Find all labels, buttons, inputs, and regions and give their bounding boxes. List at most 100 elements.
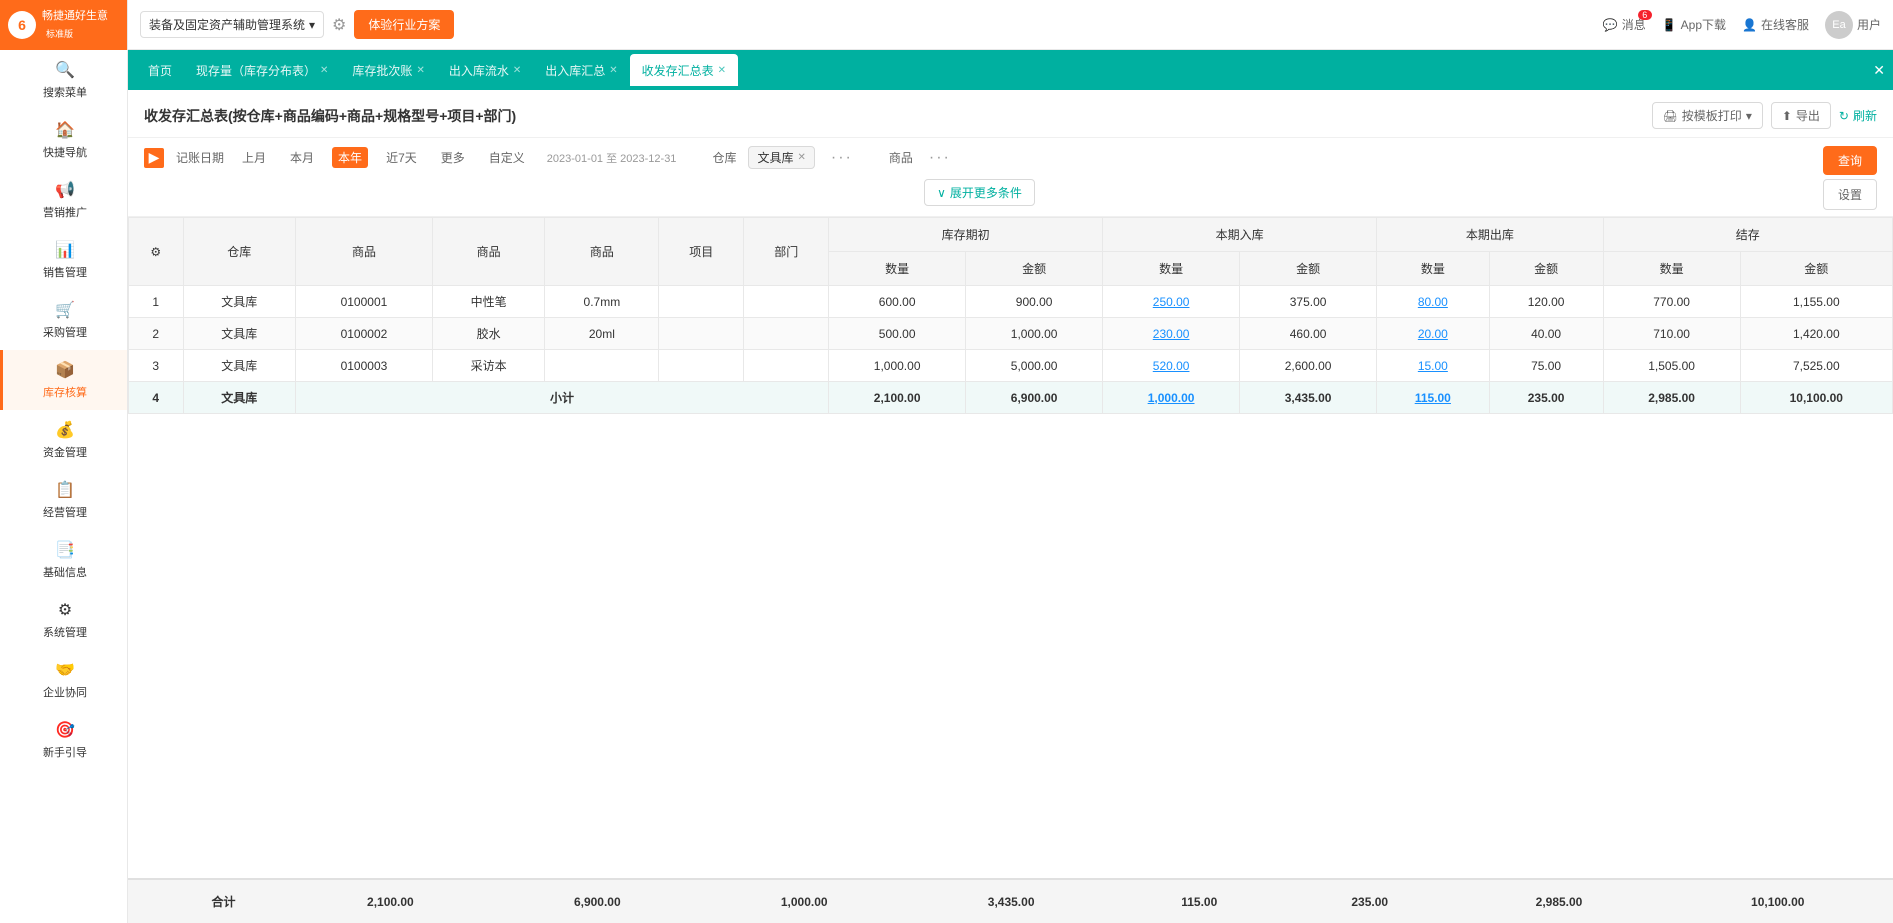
- tab-summary[interactable]: 出入库汇总✕: [533, 54, 629, 86]
- messages-button[interactable]: 💬 消息 6: [1603, 16, 1646, 33]
- tab-label-recv-send: 收发存汇总表: [642, 62, 714, 79]
- settings-col-header[interactable]: ⚙: [129, 218, 184, 286]
- trial-button[interactable]: 体验行业方案: [354, 10, 454, 39]
- sidebar-item-label: 销售管理: [43, 264, 87, 280]
- sidebar-item-ops[interactable]: 📋经营管理: [0, 470, 127, 530]
- sidebar-item-finance[interactable]: 💰资金管理: [0, 410, 127, 470]
- sidebar-item-label: 搜索菜单: [43, 84, 87, 100]
- export-icon: ⬆: [1782, 109, 1792, 123]
- tab-close-recv-send[interactable]: ✕: [718, 65, 726, 76]
- row-bal-amt: 1,420.00: [1740, 318, 1892, 350]
- sidebar-item-marketing[interactable]: 📢营销推广: [0, 170, 127, 230]
- system-title: 装备及固定资产辅助管理系统: [149, 16, 305, 33]
- sidebar-item-label: 经营管理: [43, 504, 87, 520]
- row-init-qty: 500.00: [829, 318, 966, 350]
- sidebar-item-inventory[interactable]: 📦库存核算: [0, 350, 127, 410]
- row-project: [659, 318, 744, 350]
- sub-header-in-amt: 金额: [1240, 252, 1377, 286]
- tab-batch[interactable]: 库存批次账✕: [340, 54, 436, 86]
- corp-icon: 🤝: [55, 660, 75, 680]
- date-btn-last-month[interactable]: 上月: [236, 147, 272, 168]
- subtotal-in-qty[interactable]: 1,000.00: [1103, 382, 1240, 414]
- export-button[interactable]: ⬆ 导出: [1771, 102, 1831, 129]
- row-name: 胶水: [432, 318, 544, 350]
- row-out-qty[interactable]: 80.00: [1377, 286, 1490, 318]
- row-in-qty[interactable]: 520.00: [1103, 350, 1240, 382]
- page-title: 收发存汇总表(按仓库+商品编码+商品+规格型号+项目+部门): [144, 106, 516, 126]
- sidebar-item-label: 新手引导: [43, 744, 87, 760]
- page-actions: 🖨 按模板打印 ▾ ⬆ 导出 ↻ 刷新: [1652, 102, 1877, 129]
- tab-close-batch[interactable]: ✕: [416, 65, 424, 76]
- sidebar-item-basic[interactable]: 📑基础信息: [0, 530, 127, 590]
- tab-close-summary[interactable]: ✕: [609, 65, 617, 76]
- row-in-qty[interactable]: 230.00: [1103, 318, 1240, 350]
- print-button[interactable]: 🖨 按模板打印 ▾: [1652, 102, 1763, 129]
- row-out-qty[interactable]: 15.00: [1377, 350, 1490, 382]
- tab-recv-send[interactable]: 收发存汇总表 ✕: [630, 54, 738, 86]
- row-init-qty: 600.00: [829, 286, 966, 318]
- tab-close-inventory-dist[interactable]: ✕: [320, 65, 328, 76]
- subtotal-label: 小计: [295, 382, 828, 414]
- logo-text-area: 畅捷通好生意 标准版: [42, 9, 108, 41]
- total-bal-amt: 10,100.00: [1662, 886, 1893, 917]
- system-selector[interactable]: 装备及固定资产辅助管理系统 ▾: [140, 11, 324, 38]
- tab-flow[interactable]: 出入库流水✕: [437, 54, 533, 86]
- sidebar-menu: 🔍搜索菜单🏠快捷导航📢营销推广📊销售管理🛒采购管理📦库存核算💰资金管理📋经营管理…: [0, 50, 127, 923]
- date-btn-this-year[interactable]: 本年: [332, 147, 368, 168]
- row-out-amt: 120.00: [1489, 286, 1603, 318]
- app-download-button[interactable]: 📱 App下载: [1662, 16, 1726, 33]
- warehouse-tag-close[interactable]: ✕: [797, 152, 805, 163]
- newbie-icon: 🎯: [55, 720, 75, 740]
- date-btn-more[interactable]: 更多: [435, 147, 471, 168]
- row-bal-qty: 1,505.00: [1603, 350, 1740, 382]
- filter-row1: ▶ 记账日期 上月 本月 本年 近7天 更多 自定义 2023-01-01 至 …: [144, 146, 1815, 169]
- col-header-balance: 结存: [1603, 218, 1892, 252]
- row-code: 0100003: [295, 350, 432, 382]
- row-out-qty[interactable]: 20.00: [1377, 318, 1490, 350]
- sidebar-item-quick-nav[interactable]: 🏠快捷导航: [0, 110, 127, 170]
- filter-area: ▶ 记账日期 上月 本月 本年 近7天 更多 自定义 2023-01-01 至 …: [128, 138, 1893, 217]
- total-bal-qty: 2,985.00: [1456, 886, 1663, 917]
- sidebar-item-purchase[interactable]: 🛒采购管理: [0, 290, 127, 350]
- online-service-button[interactable]: 👤 在线客服: [1742, 16, 1809, 33]
- row-dept: [744, 350, 829, 382]
- date-btn-this-month[interactable]: 本月: [284, 147, 320, 168]
- row-no: 1: [129, 286, 184, 318]
- row-in-qty[interactable]: 250.00: [1103, 286, 1240, 318]
- subtotal-init-amt: 6,900.00: [966, 382, 1103, 414]
- row-dept: [744, 286, 829, 318]
- subtotal-out-qty[interactable]: 115.00: [1377, 382, 1490, 414]
- date-btn-7days[interactable]: 近7天: [380, 147, 423, 168]
- logo-icon: 6: [8, 11, 36, 39]
- sidebar-item-system[interactable]: ⚙系统管理: [0, 590, 127, 650]
- sidebar-item-newbie[interactable]: 🎯 新手引导: [0, 710, 127, 770]
- warehouse-more-btn[interactable]: ···: [831, 149, 853, 167]
- gear-icon[interactable]: ⚙: [332, 15, 346, 35]
- row-init-qty: 1,000.00: [829, 350, 966, 382]
- close-all-tabs-button[interactable]: ✕: [1873, 62, 1885, 79]
- goods-more-btn[interactable]: ···: [929, 149, 951, 167]
- sub-header-out-amt: 金额: [1489, 252, 1603, 286]
- sidebar-item-corp[interactable]: 🤝企业协同: [0, 650, 127, 710]
- date-btn-custom[interactable]: 自定义: [483, 147, 531, 168]
- row-code: 0100001: [295, 286, 432, 318]
- query-button[interactable]: 查询: [1823, 146, 1877, 175]
- tab-inventory-dist[interactable]: 现存量（库存分布表）✕: [184, 54, 340, 86]
- user-avatar[interactable]: Ea 用户: [1825, 11, 1881, 39]
- tab-close-flow[interactable]: ✕: [513, 65, 521, 76]
- sidebar-item-search[interactable]: 🔍搜索菜单: [0, 50, 127, 110]
- settings-button[interactable]: 设置: [1823, 179, 1877, 210]
- app-download-label: App下载: [1681, 16, 1726, 33]
- warehouse-tag[interactable]: 文具库 ✕: [748, 146, 814, 169]
- sidebar-item-sales[interactable]: 📊销售管理: [0, 230, 127, 290]
- row-out-amt: 40.00: [1489, 318, 1603, 350]
- refresh-button[interactable]: ↻ 刷新: [1839, 107, 1877, 124]
- col-header-code: 商品: [295, 218, 432, 286]
- page-content: 收发存汇总表(按仓库+商品编码+商品+规格型号+项目+部门) 🖨 按模板打印 ▾…: [128, 90, 1893, 923]
- row-project: [659, 286, 744, 318]
- export-label: 导出: [1796, 107, 1820, 124]
- expand-conditions-btn[interactable]: ∨ 展开更多条件: [924, 179, 1035, 206]
- topbar-left: 装备及固定资产辅助管理系统 ▾ ⚙ 体验行业方案: [140, 10, 454, 39]
- tab-home[interactable]: 首页: [136, 54, 184, 86]
- filter-toggle-btn[interactable]: ▶: [144, 148, 164, 168]
